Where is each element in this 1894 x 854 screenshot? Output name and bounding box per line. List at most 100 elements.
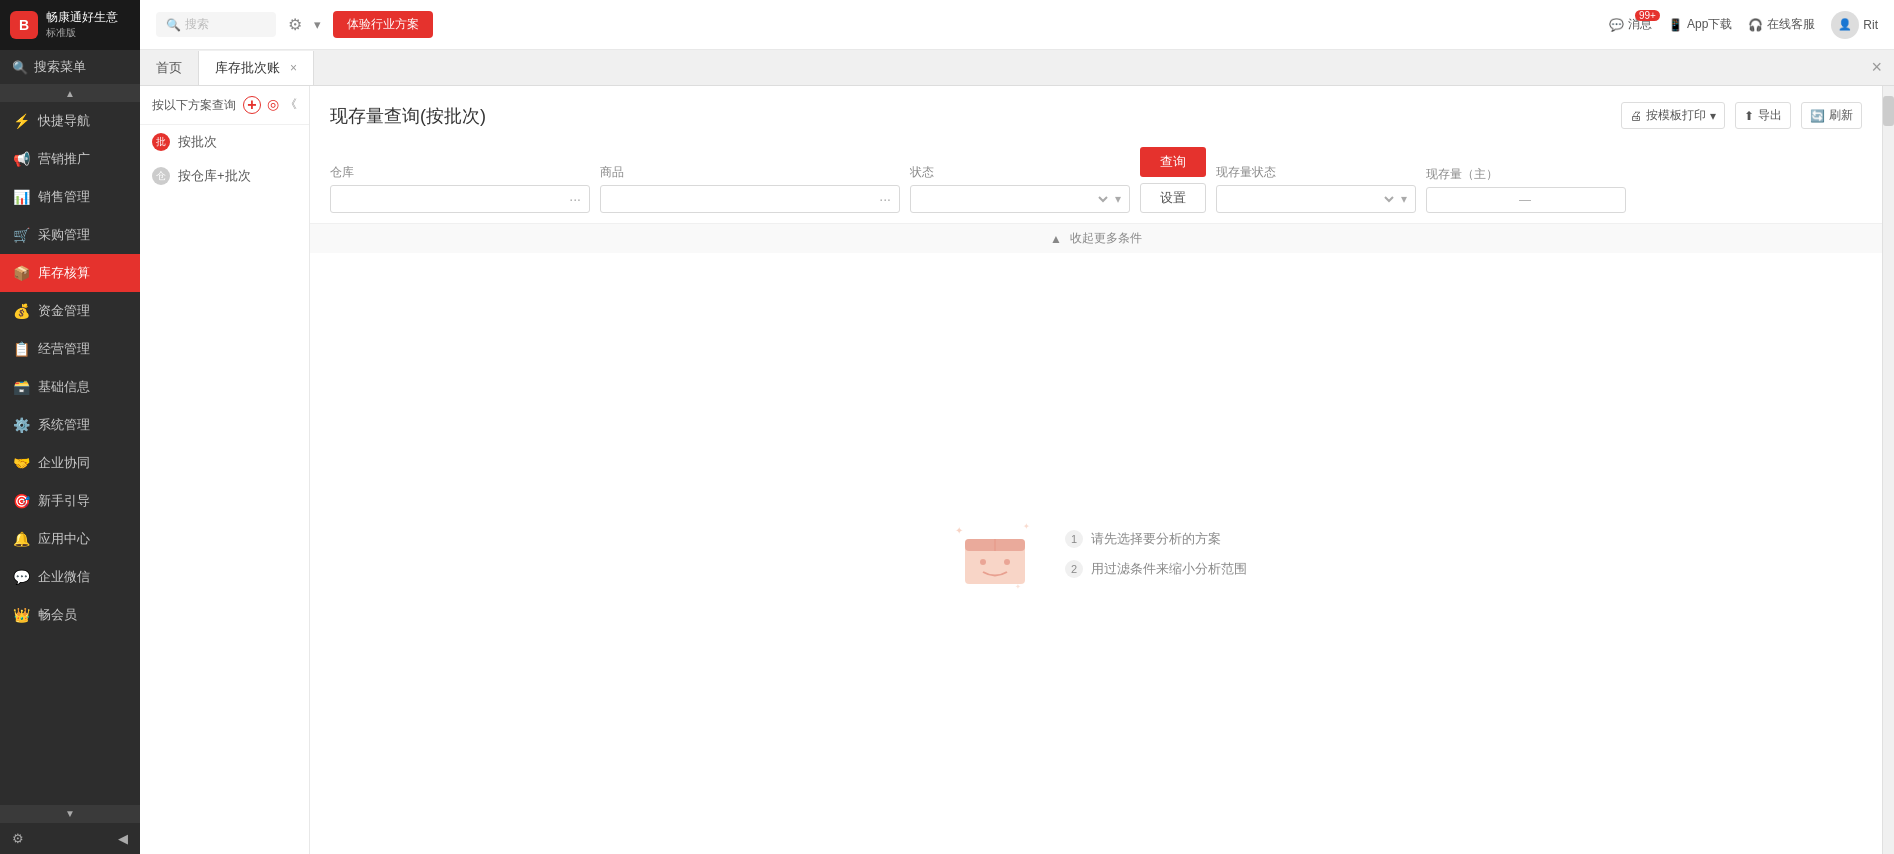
sidebar-item-member[interactable]: 👑 畅会员 xyxy=(0,596,140,634)
warehouse-more-icon[interactable]: ··· xyxy=(569,191,581,207)
refresh-label: 刷新 xyxy=(1829,107,1853,124)
messages-item[interactable]: 💬 消息 99+ xyxy=(1609,16,1652,33)
query-actions: 🖨 按模板打印 ▾ ⬆ 导出 🔄 刷新 xyxy=(1621,102,1862,129)
marketing-icon: 📢 xyxy=(12,150,30,168)
app-download-item[interactable]: 📱 App下载 xyxy=(1668,16,1732,33)
sidebar-scroll-up[interactable]: ▲ xyxy=(0,85,140,102)
customer-service-label: 在线客服 xyxy=(1767,16,1815,33)
sidebar-item-sales[interactable]: 📊 销售管理 xyxy=(0,178,140,216)
sidebar-item-label: 新手引导 xyxy=(38,492,90,510)
sidebar-item-purchase[interactable]: 🛒 采购管理 xyxy=(0,216,140,254)
topbar-right: 💬 消息 99+ 📱 App下载 🎧 在线客服 👤 Rit xyxy=(1609,11,1878,39)
app-center-icon: 🔔 xyxy=(12,530,30,548)
qty-range-start[interactable] xyxy=(1435,193,1515,207)
filter-collapse-icon[interactable]: 《 xyxy=(285,96,297,114)
svg-text:✦: ✦ xyxy=(1015,583,1021,590)
tab-inventory-batch[interactable]: 库存批次账 × xyxy=(199,51,314,85)
query-button[interactable]: 查询 xyxy=(1140,147,1206,177)
app-logo: B xyxy=(10,11,38,39)
right-scrollbar[interactable] xyxy=(1882,86,1894,854)
search-icon: 🔍 xyxy=(12,60,28,75)
sidebar-item-label: 畅会员 xyxy=(38,606,77,624)
refresh-button[interactable]: 🔄 刷新 xyxy=(1801,102,1862,129)
warehouse-input[interactable]: ··· xyxy=(330,185,590,213)
search-menu[interactable]: 🔍 搜索菜单 xyxy=(0,50,140,85)
sidebar-item-guide[interactable]: 🎯 新手引导 xyxy=(0,482,140,520)
sidebar-item-operations[interactable]: 📋 经营管理 xyxy=(0,330,140,368)
filter-item-by-warehouse-batch[interactable]: 仓 按仓库+批次 xyxy=(140,159,309,193)
qty-range-end[interactable] xyxy=(1535,193,1615,207)
filter-panel-actions: + ◎ 《 xyxy=(243,96,297,114)
collapse-more-conditions[interactable]: ▲ 收起更多条件 xyxy=(310,224,1882,253)
warehouse-text-input[interactable] xyxy=(339,192,565,206)
sidebar-item-basic[interactable]: 🗃️ 基础信息 xyxy=(0,368,140,406)
filter-settings-icon[interactable]: ◎ xyxy=(267,96,279,114)
sidebar-item-finance[interactable]: 💰 资金管理 xyxy=(0,292,140,330)
empty-tips: 1 请先选择要分析的方案 2 用过滤条件来缩小分析范围 xyxy=(1065,530,1247,578)
topbar-search-text: 搜索 xyxy=(185,16,209,33)
main-area: 🔍 搜索 ⚙ ▾ 体验行业方案 💬 消息 99+ 📱 App下载 🎧 在线客服 … xyxy=(140,0,1894,854)
inventory-status-select[interactable]: ▾ xyxy=(1216,185,1416,213)
status-dropdown[interactable] xyxy=(919,191,1111,207)
tab-inventory-batch-label: 库存批次账 xyxy=(215,59,280,77)
search-menu-label: 搜索菜单 xyxy=(34,58,86,76)
sidebar-header: B 畅康通好生意 标准版 xyxy=(0,0,140,50)
tabs-bar: 首页 库存批次账 × × xyxy=(140,50,1894,86)
tip-num-2: 2 xyxy=(1065,560,1083,578)
sidebar-item-marketing[interactable]: 📢 营销推广 xyxy=(0,140,140,178)
customer-service-item[interactable]: 🎧 在线客服 xyxy=(1748,16,1815,33)
operations-icon: 📋 xyxy=(12,340,30,358)
settings-icon[interactable]: ⚙ xyxy=(12,831,24,846)
inventory-qty-group: 现存量（主） — xyxy=(1426,166,1626,213)
print-label: 按模板打印 xyxy=(1646,107,1706,124)
sidebar-item-inventory[interactable]: 📦 库存核算 xyxy=(0,254,140,292)
wechat-icon: 💬 xyxy=(12,568,30,586)
product-more-icon[interactable]: ··· xyxy=(879,191,891,207)
sidebar-item-wechat[interactable]: 💬 企业微信 xyxy=(0,558,140,596)
print-chevron-icon: ▾ xyxy=(1710,109,1716,123)
tab-home[interactable]: 首页 xyxy=(140,51,199,85)
user-name: Rit xyxy=(1863,18,1878,32)
sidebar-item-label: 快捷导航 xyxy=(38,112,90,130)
user-item[interactable]: 👤 Rit xyxy=(1831,11,1878,39)
sidebar-item-app-center[interactable]: 🔔 应用中心 xyxy=(0,520,140,558)
status-select[interactable]: ▾ xyxy=(910,185,1130,213)
page-title: 现存量查询(按批次) xyxy=(330,104,486,128)
sidebar-item-enterprise[interactable]: 🤝 企业协同 xyxy=(0,444,140,482)
filter-panel-label: 按以下方案查询 xyxy=(152,97,236,114)
filter-warehouse-batch-label: 按仓库+批次 xyxy=(178,167,251,185)
filter-batch-icon: 批 xyxy=(152,133,170,151)
product-text-input[interactable] xyxy=(609,192,875,206)
print-icon: 🖨 xyxy=(1630,109,1642,123)
sidebar-item-quick-nav[interactable]: ⚡ 快捷导航 xyxy=(0,102,140,140)
headset-icon: 🎧 xyxy=(1748,18,1763,32)
tab-close-icon[interactable]: × xyxy=(290,61,297,75)
inventory-status-dropdown[interactable] xyxy=(1225,191,1397,207)
add-filter-icon[interactable]: + xyxy=(243,96,261,114)
inventory-qty-range[interactable]: — xyxy=(1426,187,1626,213)
sidebar-item-label: 采购管理 xyxy=(38,226,90,244)
enterprise-icon: 🤝 xyxy=(12,454,30,472)
print-button[interactable]: 🖨 按模板打印 ▾ xyxy=(1621,102,1725,129)
settings-button[interactable]: 设置 xyxy=(1140,183,1206,213)
sidebar-item-label: 应用中心 xyxy=(38,530,90,548)
user-icon: 👤 xyxy=(1838,18,1852,31)
sales-icon: 📊 xyxy=(12,188,30,206)
export-button[interactable]: ⬆ 导出 xyxy=(1735,102,1791,129)
panel-close-button[interactable]: × xyxy=(1859,57,1894,78)
topbar-settings-icon[interactable]: ⚙ xyxy=(288,15,302,34)
sidebar-item-system[interactable]: ⚙️ 系统管理 xyxy=(0,406,140,444)
topbar-search-icon: 🔍 xyxy=(166,18,181,32)
industry-solution-button[interactable]: 体验行业方案 xyxy=(333,11,433,38)
product-input[interactable]: ··· xyxy=(600,185,900,213)
member-icon: 👑 xyxy=(12,606,30,624)
collapse-sidebar-icon[interactable]: ◀ xyxy=(118,831,128,846)
status-label: 状态 xyxy=(910,164,1130,181)
topbar-chevron-icon[interactable]: ▾ xyxy=(314,17,321,32)
inventory-qty-label: 现存量（主） xyxy=(1426,166,1626,183)
app-title: 畅康通好生意 xyxy=(46,10,118,26)
sidebar-scroll-down[interactable]: ▼ xyxy=(0,805,140,822)
filter-item-by-batch[interactable]: 批 按批次 xyxy=(140,125,309,159)
sidebar-item-label: 资金管理 xyxy=(38,302,90,320)
topbar-search[interactable]: 🔍 搜索 xyxy=(156,12,276,37)
